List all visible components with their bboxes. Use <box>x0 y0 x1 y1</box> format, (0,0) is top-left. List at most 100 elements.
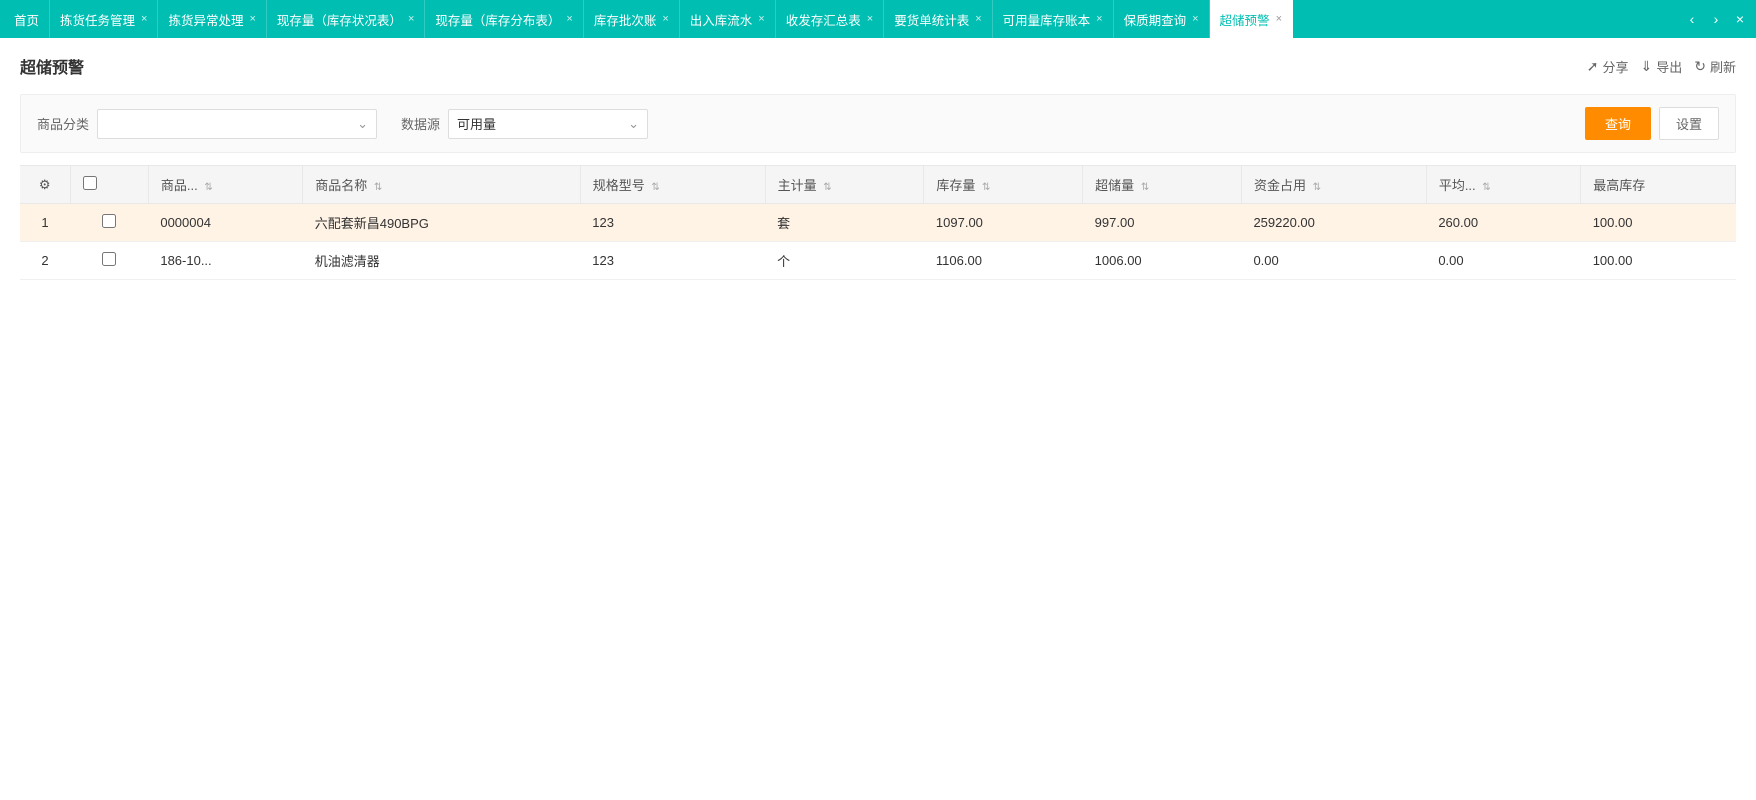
category-label: 商品分类 <box>37 114 89 133</box>
table-row: 1 0000004 六配套新昌490BPG 123 套 1097.00 997.… <box>20 204 1736 242</box>
row-product-name: 机油滤清器 <box>303 242 581 280</box>
close-tab-stock-dist[interactable]: × <box>566 13 572 25</box>
nav-tab-home[interactable]: 首页 <box>4 0 50 38</box>
sort-icon-spec: ⇅ <box>651 182 659 193</box>
row-stock: 1097.00 <box>924 204 1083 242</box>
sort-icon-code: ⇅ <box>204 182 212 193</box>
page-content: 超储预警 ➚ 分享 ⇓ 导出 ↻ 刷新 商品分类 ⌄ 数据源 <box>0 38 1756 800</box>
column-avg[interactable]: 平均... ⇅ <box>1426 166 1580 204</box>
nav-tab-quality[interactable]: 保质期查询 × <box>1114 0 1210 38</box>
column-product-code[interactable]: 商品... ⇅ <box>148 166 302 204</box>
row-capital: 0.00 <box>1241 242 1426 280</box>
query-button[interactable]: 查询 <box>1585 107 1651 140</box>
row-spec: 123 <box>580 204 765 242</box>
nav-tab-collect[interactable]: 收发存汇总表 × <box>776 0 884 38</box>
category-select[interactable]: ⌄ <box>97 109 377 139</box>
row-product-code: 0000004 <box>148 204 302 242</box>
datasource-select[interactable]: 可用量 ⌄ <box>448 109 648 139</box>
nav-tab-inout-flow[interactable]: 出入库流水 × <box>680 0 776 38</box>
close-tab-task-mgmt[interactable]: × <box>141 13 147 25</box>
close-tab-inout-flow[interactable]: × <box>758 13 764 25</box>
column-spec[interactable]: 规格型号 ⇅ <box>580 166 765 204</box>
nav-tab-batch[interactable]: 库存批次账 × <box>584 0 680 38</box>
nav-tab-order-stat[interactable]: 要货单统计表 × <box>884 0 992 38</box>
filter-buttons: 查询 设置 <box>1585 107 1719 140</box>
row-index: 2 <box>20 242 70 280</box>
datasource-value: 可用量 <box>457 114 496 133</box>
nav-arrows: ‹ › × <box>1680 0 1752 38</box>
table-row: 2 186-10... 机油滤清器 123 个 1106.00 1006.00 … <box>20 242 1736 280</box>
close-tab-overstock[interactable]: × <box>1276 13 1282 25</box>
share-button[interactable]: ➚ 分享 <box>1587 57 1629 76</box>
column-max-stock[interactable]: 最高库存 <box>1581 166 1736 204</box>
close-tab-stock-status[interactable]: × <box>408 13 414 25</box>
row-checkbox[interactable] <box>102 214 116 228</box>
close-tab-batch[interactable]: × <box>662 13 668 25</box>
nav-tab-stock-status[interactable]: 现存量（库存状况表） × <box>267 0 425 38</box>
row-checkbox-cell <box>70 204 148 242</box>
page-title: 超储预警 <box>20 54 84 78</box>
datasource-label: 数据源 <box>401 114 440 133</box>
sort-icon-overstock: ⇅ <box>1141 182 1149 193</box>
row-product-code: 186-10... <box>148 242 302 280</box>
close-tab-avail-stock[interactable]: × <box>1096 13 1102 25</box>
sort-icon-capital: ⇅ <box>1313 182 1321 193</box>
row-overstock: 1006.00 <box>1083 242 1242 280</box>
column-capital[interactable]: 资金占用 ⇅ <box>1241 166 1426 204</box>
sort-icon-unit: ⇅ <box>823 182 831 193</box>
row-max-stock: 100.00 <box>1581 204 1736 242</box>
column-product-name[interactable]: 商品名称 ⇅ <box>303 166 581 204</box>
filter-datasource: 数据源 可用量 ⌄ <box>401 109 648 139</box>
nav-arrow-right[interactable]: › <box>1704 0 1728 38</box>
row-checkbox[interactable] <box>102 252 116 266</box>
row-stock: 1106.00 <box>924 242 1083 280</box>
header-actions: ➚ 分享 ⇓ 导出 ↻ 刷新 <box>1587 57 1736 76</box>
sort-icon-avg: ⇅ <box>1482 182 1490 193</box>
close-tab-order-stat[interactable]: × <box>975 13 981 25</box>
column-checkbox <box>70 166 148 204</box>
nav-arrow-close[interactable]: × <box>1728 0 1752 38</box>
row-capital: 259220.00 <box>1241 204 1426 242</box>
nav-tab-abnormal[interactable]: 拣货异常处理 × <box>158 0 266 38</box>
nav-tab-overstock[interactable]: 超储预警 × <box>1210 0 1293 38</box>
row-unit: 个 <box>765 242 924 280</box>
share-icon: ➚ <box>1587 58 1599 75</box>
column-overstock[interactable]: 超储量 ⇅ <box>1083 166 1242 204</box>
sort-icon-stock: ⇅ <box>982 182 990 193</box>
export-button[interactable]: ⇓ 导出 <box>1641 57 1683 76</box>
refresh-icon: ↻ <box>1694 58 1706 75</box>
row-checkbox-cell <box>70 242 148 280</box>
table-body: 1 0000004 六配套新昌490BPG 123 套 1097.00 997.… <box>20 204 1736 280</box>
close-tab-abnormal[interactable]: × <box>249 13 255 25</box>
close-tab-collect[interactable]: × <box>867 13 873 25</box>
top-nav: 首页 拣货任务管理 × 拣货异常处理 × 现存量（库存状况表） × 现存量（库存… <box>0 0 1756 38</box>
table-header-row: ⚙ 商品... ⇅ 商品名称 ⇅ 规格型号 ⇅ 主计量 <box>20 166 1736 204</box>
row-unit: 套 <box>765 204 924 242</box>
filter-row: 商品分类 ⌄ 数据源 可用量 ⌄ 查询 设置 <box>20 94 1736 153</box>
export-icon: ⇓ <box>1641 58 1653 75</box>
select-all-checkbox[interactable] <box>83 176 97 190</box>
row-max-stock: 100.00 <box>1581 242 1736 280</box>
page-header: 超储预警 ➚ 分享 ⇓ 导出 ↻ 刷新 <box>20 54 1736 78</box>
filter-category: 商品分类 ⌄ <box>37 109 377 139</box>
column-unit[interactable]: 主计量 ⇅ <box>765 166 924 204</box>
column-stock[interactable]: 库存量 ⇅ <box>924 166 1083 204</box>
settings-button[interactable]: 设置 <box>1659 107 1719 140</box>
chevron-down-icon-ds: ⌄ <box>628 116 639 132</box>
row-index: 1 <box>20 204 70 242</box>
nav-tab-avail-stock[interactable]: 可用量库存账本 × <box>993 0 1114 38</box>
chevron-down-icon: ⌄ <box>357 116 368 132</box>
row-product-name: 六配套新昌490BPG <box>303 204 581 242</box>
column-gear[interactable]: ⚙ <box>20 166 70 204</box>
row-spec: 123 <box>580 242 765 280</box>
row-avg: 260.00 <box>1426 204 1580 242</box>
sort-icon-name: ⇅ <box>374 182 382 193</box>
data-table: ⚙ 商品... ⇅ 商品名称 ⇅ 规格型号 ⇅ 主计量 <box>20 165 1736 280</box>
row-avg: 0.00 <box>1426 242 1580 280</box>
nav-arrow-left[interactable]: ‹ <box>1680 0 1704 38</box>
refresh-button[interactable]: ↻ 刷新 <box>1694 57 1736 76</box>
close-tab-quality[interactable]: × <box>1192 13 1198 25</box>
nav-tab-task-mgmt[interactable]: 拣货任务管理 × <box>50 0 158 38</box>
row-overstock: 997.00 <box>1083 204 1242 242</box>
nav-tab-stock-dist[interactable]: 现存量（库存分布表） × <box>425 0 583 38</box>
